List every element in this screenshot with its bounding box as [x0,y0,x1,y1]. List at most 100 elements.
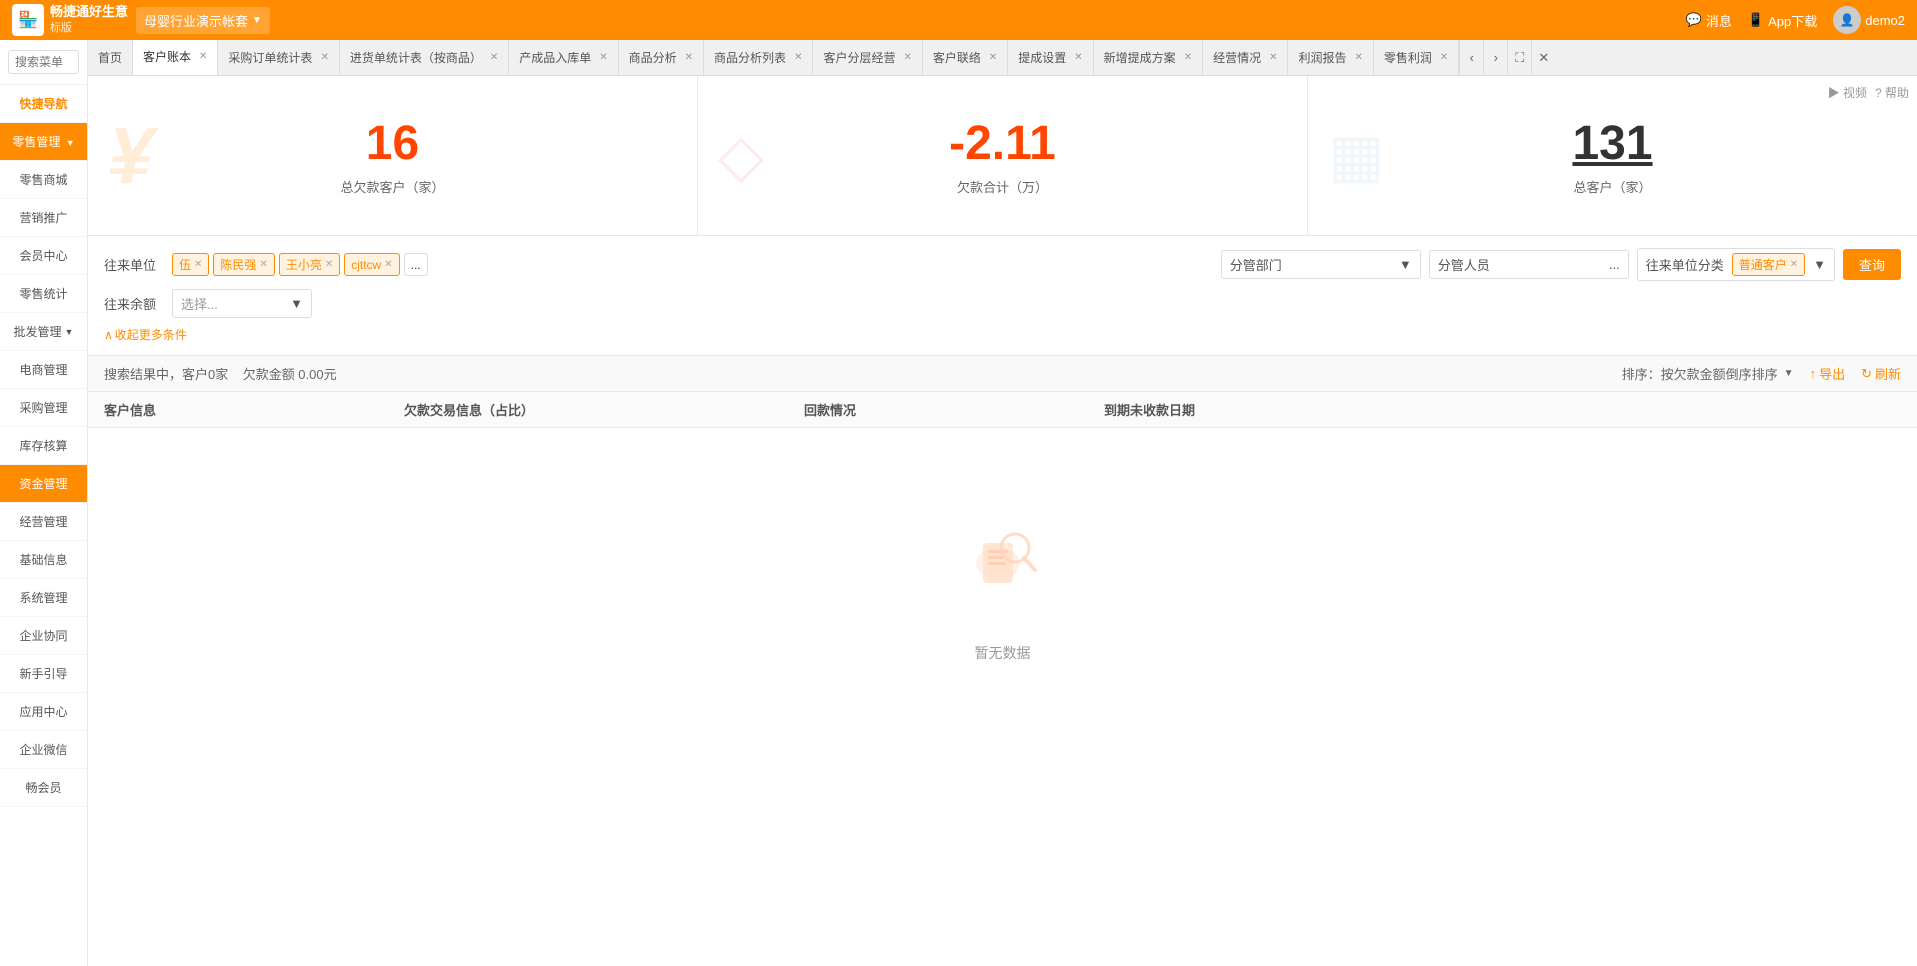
filter-tag-chen[interactable]: 陈民强 ✕ [213,253,274,276]
chevron-down-icon: ▼ [1399,257,1412,272]
filter-tag-unit[interactable]: 伍 ✕ [172,253,209,276]
tab-customer-contact[interactable]: 客户联络 ✕ [923,40,1008,76]
tag-close-chen[interactable]: ✕ [259,259,267,270]
sidebar-item-retail-mall[interactable]: 零售商城 [0,161,87,199]
tab-close-product-analysis[interactable]: ✕ [685,52,693,63]
tab-close-instock-stat[interactable]: ✕ [490,52,498,63]
tab-close-purchase-order[interactable]: ✕ [320,52,328,63]
tab-close-raise-settings[interactable]: ✕ [1074,52,1082,63]
tag-close-wang[interactable]: ✕ [325,259,333,270]
filter-dept-select[interactable]: 分管部门 ▼ [1221,250,1421,279]
filter-person-select[interactable]: 分管人员 ... [1429,250,1629,279]
stat-value-debtors: 16 [366,116,419,171]
tab-customer-book[interactable]: 客户账本 ✕ [133,40,218,76]
company-selector[interactable]: 母婴行业演示帐套 ▼ [136,7,270,34]
tab-close-customer-book[interactable]: ✕ [199,51,207,62]
sidebar-item-member-center[interactable]: 会员中心 [0,237,87,275]
sidebar-item-inventory[interactable]: 库存核算 [0,427,87,465]
sidebar-item-operations[interactable]: 经营管理 [0,503,87,541]
filter-area: 往来单位 伍 ✕ 陈民强 ✕ 王小亮 [88,236,1917,356]
tab-home[interactable]: 首页 [88,40,133,76]
tag-close-cjttcw[interactable]: ✕ [384,259,392,270]
tab-close-all[interactable]: ✕ [1531,40,1555,76]
filter-tag-more[interactable]: ... [404,253,428,276]
filter-category-select[interactable]: 往来单位分类 普通客户 ✕ ▼ [1637,248,1835,281]
stat-icon-debtors: ¥ [108,110,153,202]
query-button[interactable]: 查询 [1843,249,1901,280]
app-download-btn[interactable]: 📱 App下载 [1748,11,1817,30]
collapse-button[interactable]: ∧ 收起更多条件 [104,326,187,343]
filter-balance-select[interactable]: 选择... ▼ [172,289,312,318]
tab-close-profit-report[interactable]: ✕ [1355,52,1363,63]
results-actions: 排序：按欠款金额倒序排序 ▼ ↑ 导出 ↻ 刷新 [1622,364,1901,383]
chevron-down-icon: ▼ [252,15,262,26]
col-header-repay: 回款情况 [804,400,1104,419]
stats-row: ¥ 16 总欠款客户（家） ◇ -2.11 欠款合计（万） ▶ 视频 [88,76,1917,236]
sort-select[interactable]: 排序：按欠款金额倒序排序 ▼ [1622,364,1794,383]
avatar: 👤 [1833,6,1861,34]
results-info: 搜索结果中，客户0家 欠款金额 0.00元 [104,364,337,383]
sidebar-item-enterprise-wx[interactable]: 企业微信 [0,731,87,769]
top-bar: 🏪 畅捷通好生意 标版 母婴行业演示帐套 ▼ 💬 消息 📱 App下载 � [0,0,1917,40]
page-content: ¥ 16 总欠款客户（家） ◇ -2.11 欠款合计（万） ▶ 视频 [88,76,1917,966]
tab-instock-stat[interactable]: 进货单统计表（按商品） ✕ [340,40,509,76]
tab-profit-report[interactable]: 利润报告 ✕ [1288,40,1373,76]
video-link[interactable]: ▶ 视频 [1828,84,1867,101]
tag-close-unit[interactable]: ✕ [194,259,202,270]
tab-nav-prev[interactable]: ‹ [1459,40,1483,76]
sidebar-item-purchase[interactable]: 采购管理 [0,389,87,427]
sidebar-item-marketing[interactable]: 营销推广 [0,199,87,237]
sidebar-item-enterprise-coop[interactable]: 企业协同 [0,617,87,655]
tab-close-business-situation[interactable]: ✕ [1269,52,1277,63]
content-area: 首页 客户账本 ✕ 采购订单统计表 ✕ 进货单统计表（按商品） ✕ 产成品入库单… [88,40,1917,966]
search-input[interactable] [8,50,79,74]
tab-retail-profit[interactable]: 零售利润 ✕ [1374,40,1459,76]
tab-product-instock[interactable]: 产成品入库单 ✕ [509,40,618,76]
tab-purchase-order[interactable]: 采购订单统计表 ✕ [218,40,339,76]
tab-close-product-instock[interactable]: ✕ [599,52,607,63]
app-icon: 📱 [1748,12,1764,28]
tag-close-common-customer[interactable]: ✕ [1790,259,1798,270]
tab-add-raise[interactable]: 新增提成方案 ✕ [1094,40,1203,76]
tab-fullscreen[interactable]: ⛶ [1507,40,1531,76]
tab-close-retail-profit[interactable]: ✕ [1440,52,1448,63]
sidebar-item-system[interactable]: 系统管理 [0,579,87,617]
app-root: 🏪 畅捷通好生意 标版 母婴行业演示帐套 ▼ 💬 消息 📱 App下载 � [0,0,1917,966]
chevron-icon: ▼ [65,327,74,337]
tab-product-analysis[interactable]: 商品分析 ✕ [619,40,704,76]
tab-customer-segment[interactable]: 客户分层经营 ✕ [813,40,922,76]
tab-product-analysis-list[interactable]: 商品分析列表 ✕ [704,40,813,76]
tab-close-add-raise[interactable]: ✕ [1184,52,1192,63]
logo-icon: 🏪 [12,4,44,36]
tab-nav-next[interactable]: › [1483,40,1507,76]
sidebar-item-vip-member[interactable]: 畅会员 [0,769,87,807]
refresh-icon: ↻ [1861,366,1872,382]
stat-label-debt: 欠款合计（万） [957,177,1048,196]
tab-close-product-analysis-list[interactable]: ✕ [794,52,802,63]
tab-business-situation[interactable]: 经营情况 ✕ [1203,40,1288,76]
sidebar-item-quick-nav[interactable]: 快捷导航 [0,85,87,123]
sidebar-item-basic-info[interactable]: 基础信息 [0,541,87,579]
filter-tag-cjttcw[interactable]: cjttcw ✕ [344,253,399,276]
sidebar-item-retail-stats[interactable]: 零售统计 [0,275,87,313]
sidebar-item-retail-mgmt[interactable]: 零售管理 ▼ [0,123,87,161]
tab-raise-settings[interactable]: 提成设置 ✕ [1008,40,1093,76]
message-btn[interactable]: 💬 消息 [1686,11,1732,30]
sidebar-item-batch-mgmt[interactable]: 批发管理 ▼ [0,313,87,351]
filter-tag-common-customer[interactable]: 普通客户 ✕ [1732,253,1805,276]
filter-tags-container: 伍 ✕ 陈民强 ✕ 王小亮 ✕ [172,253,1213,276]
sidebar-item-ecommerce[interactable]: 电商管理 [0,351,87,389]
refresh-button[interactable]: ↻ 刷新 [1861,364,1901,383]
tab-close-customer-contact[interactable]: ✕ [989,52,997,63]
export-button[interactable]: ↑ 导出 [1810,364,1846,383]
help-link[interactable]: ? 帮助 [1875,84,1909,101]
col-header-due: 到期未收款日期 [1104,400,1901,419]
filter-tag-wang[interactable]: 王小亮 ✕ [279,253,340,276]
sidebar-item-app-center[interactable]: 应用中心 [0,693,87,731]
user-menu[interactable]: 👤 demo2 [1833,6,1905,34]
sidebar-item-capital[interactable]: 资金管理 [0,465,87,503]
sidebar-item-new-guide[interactable]: 新手引导 [0,655,87,693]
tab-close-customer-segment[interactable]: ✕ [903,52,911,63]
sidebar: 快捷导航 零售管理 ▼ 零售商城 营销推广 会员中心 零售统计 批发管理 ▼ 电… [0,40,88,966]
ellipsis-icon: ... [1609,257,1620,272]
